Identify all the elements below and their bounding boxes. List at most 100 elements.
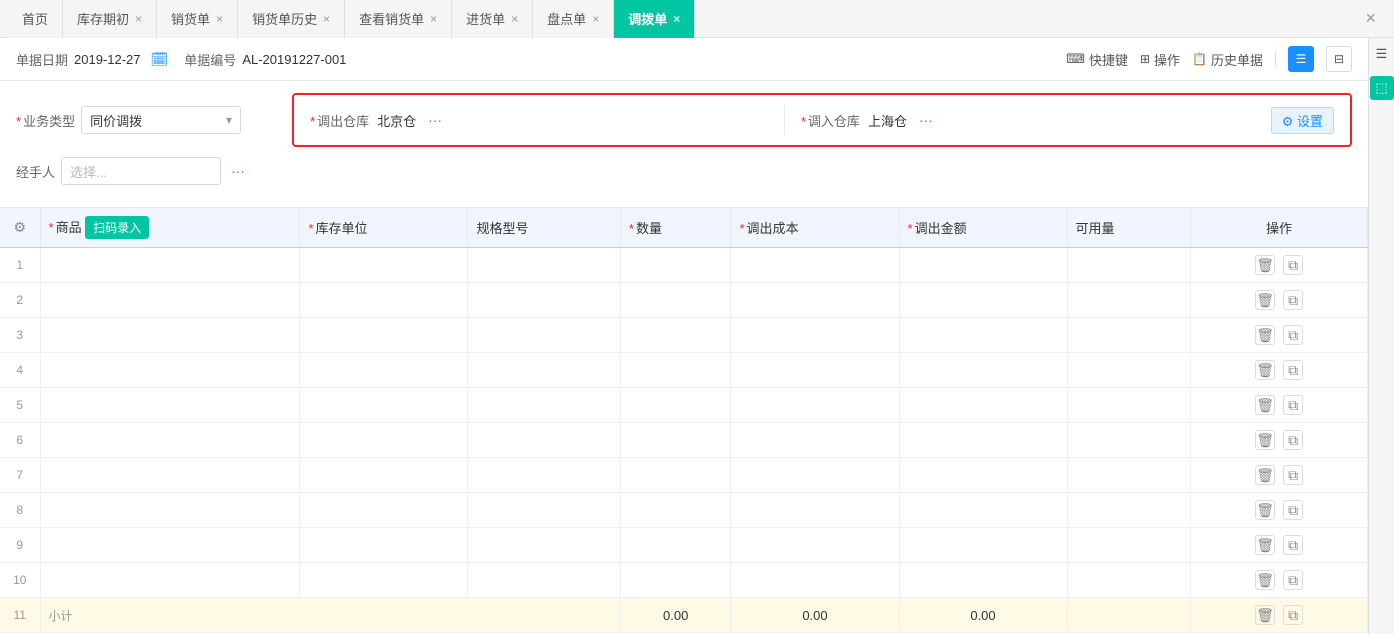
copy-icon[interactable]: ⧉	[1283, 395, 1303, 415]
tab-transfer[interactable]: 调拨单 ×	[614, 0, 695, 38]
unit-cell[interactable]	[300, 353, 468, 388]
tab-close-stocktake[interactable]: ×	[592, 12, 599, 26]
tab-purchase[interactable]: 进货单 ×	[452, 0, 533, 38]
tab-close-sales-order[interactable]: ×	[216, 12, 223, 26]
tab-close-sales-history[interactable]: ×	[323, 12, 330, 26]
qty-cell[interactable]	[620, 493, 731, 528]
spec-cell[interactable]	[468, 528, 620, 563]
product-cell[interactable]	[40, 353, 300, 388]
delete-icon[interactable]: 🗑	[1255, 535, 1275, 555]
table-container[interactable]: ⚙ **商品商品 扫码录入 *库存单位 规格型号 *数量 *调出成本 *调出金额…	[0, 207, 1368, 634]
delete-icon[interactable]: 🗑	[1255, 395, 1275, 415]
cost-cell[interactable]	[731, 528, 899, 563]
delete-icon[interactable]: 🗑	[1255, 290, 1275, 310]
amount-cell[interactable]	[899, 353, 1067, 388]
sidebar-list-btn[interactable]: ☰	[1370, 42, 1394, 66]
settings-button[interactable]: ⚙ 设置	[1271, 107, 1334, 134]
history-action[interactable]: 📋 历史单据	[1192, 50, 1263, 69]
product-cell[interactable]	[40, 283, 300, 318]
unit-cell[interactable]	[300, 388, 468, 423]
delete-icon[interactable]: 🗑	[1255, 430, 1275, 450]
available-cell[interactable]	[1067, 283, 1191, 318]
amount-cell[interactable]	[899, 248, 1067, 283]
copy-icon[interactable]: ⧉	[1283, 535, 1303, 555]
available-cell[interactable]	[1067, 248, 1191, 283]
amount-cell[interactable]	[899, 458, 1067, 493]
available-cell[interactable]	[1067, 458, 1191, 493]
handler-select[interactable]: 选择...	[61, 157, 221, 185]
available-cell[interactable]	[1067, 493, 1191, 528]
delete-icon[interactable]: 🗑	[1255, 360, 1275, 380]
product-cell[interactable]	[40, 388, 300, 423]
amount-cell[interactable]	[899, 318, 1067, 353]
copy-icon[interactable]: ⧉	[1283, 360, 1303, 380]
spec-cell[interactable]	[468, 353, 620, 388]
delete-icon[interactable]: 🗑	[1255, 570, 1275, 590]
delete-icon[interactable]: 🗑	[1255, 500, 1275, 520]
qty-cell[interactable]	[620, 423, 731, 458]
delete-icon[interactable]: 🗑	[1255, 255, 1275, 275]
list-view-btn[interactable]: ☰	[1288, 46, 1314, 72]
unit-cell[interactable]	[300, 458, 468, 493]
cost-cell[interactable]	[731, 388, 899, 423]
unit-cell[interactable]	[300, 283, 468, 318]
qty-cell[interactable]	[620, 318, 731, 353]
product-cell[interactable]	[40, 528, 300, 563]
sidebar-expand-btn[interactable]: ⬚	[1370, 76, 1394, 100]
unit-cell[interactable]	[300, 248, 468, 283]
available-cell[interactable]	[1067, 353, 1191, 388]
amount-cell[interactable]	[899, 388, 1067, 423]
product-cell[interactable]	[40, 563, 300, 598]
spec-cell[interactable]	[468, 248, 620, 283]
copy-icon[interactable]: ⧉	[1283, 570, 1303, 590]
biz-type-select[interactable]: 同价调拨 ▾	[81, 106, 241, 134]
scan-button[interactable]: 扫码录入	[85, 216, 149, 239]
cost-cell[interactable]	[731, 353, 899, 388]
warehouse-out-more-btn[interactable]: ···	[424, 112, 446, 128]
calendar-icon[interactable]: 🗓	[151, 51, 169, 68]
tab-close-transfer[interactable]: ×	[673, 12, 680, 26]
unit-cell[interactable]	[300, 318, 468, 353]
spec-cell[interactable]	[468, 283, 620, 318]
warehouse-in-more-btn[interactable]: ···	[915, 112, 937, 128]
unit-cell[interactable]	[300, 423, 468, 458]
delete-icon[interactable]: 🗑	[1255, 465, 1275, 485]
spec-cell[interactable]	[468, 318, 620, 353]
grid-view-btn[interactable]: ⊟	[1326, 46, 1352, 72]
cost-cell[interactable]	[731, 458, 899, 493]
amount-cell[interactable]	[899, 283, 1067, 318]
delete-icon[interactable]: 🗑	[1255, 605, 1275, 625]
amount-cell[interactable]	[899, 528, 1067, 563]
cost-cell[interactable]	[731, 318, 899, 353]
handler-more-btn[interactable]: ···	[227, 163, 249, 179]
qty-cell[interactable]	[620, 528, 731, 563]
available-cell[interactable]	[1067, 388, 1191, 423]
cost-cell[interactable]	[731, 563, 899, 598]
copy-icon[interactable]: ⧉	[1283, 325, 1303, 345]
tab-home[interactable]: 首页	[8, 0, 63, 38]
product-cell[interactable]	[40, 493, 300, 528]
spec-cell[interactable]	[468, 493, 620, 528]
copy-icon[interactable]: ⧉	[1283, 500, 1303, 520]
qty-cell[interactable]	[620, 353, 731, 388]
spec-cell[interactable]	[468, 423, 620, 458]
amount-cell[interactable]	[899, 423, 1067, 458]
cost-cell[interactable]	[731, 248, 899, 283]
spec-cell[interactable]	[468, 563, 620, 598]
qty-cell[interactable]	[620, 458, 731, 493]
product-cell[interactable]	[40, 318, 300, 353]
product-cell[interactable]	[40, 423, 300, 458]
qty-cell[interactable]	[620, 283, 731, 318]
qty-cell[interactable]	[620, 388, 731, 423]
tab-stocktake[interactable]: 盘点单 ×	[533, 0, 614, 38]
amount-cell[interactable]	[899, 563, 1067, 598]
settings-icon[interactable]: ⚙	[13, 219, 26, 236]
cost-cell[interactable]	[731, 283, 899, 318]
copy-icon[interactable]: ⧉	[1283, 605, 1303, 625]
available-cell[interactable]	[1067, 423, 1191, 458]
spec-cell[interactable]	[468, 388, 620, 423]
tab-inventory-init[interactable]: 库存期初 ×	[63, 0, 157, 38]
copy-icon[interactable]: ⧉	[1283, 290, 1303, 310]
tab-sales-order[interactable]: 销货单 ×	[157, 0, 238, 38]
tab-close-view-sales[interactable]: ×	[430, 12, 437, 26]
